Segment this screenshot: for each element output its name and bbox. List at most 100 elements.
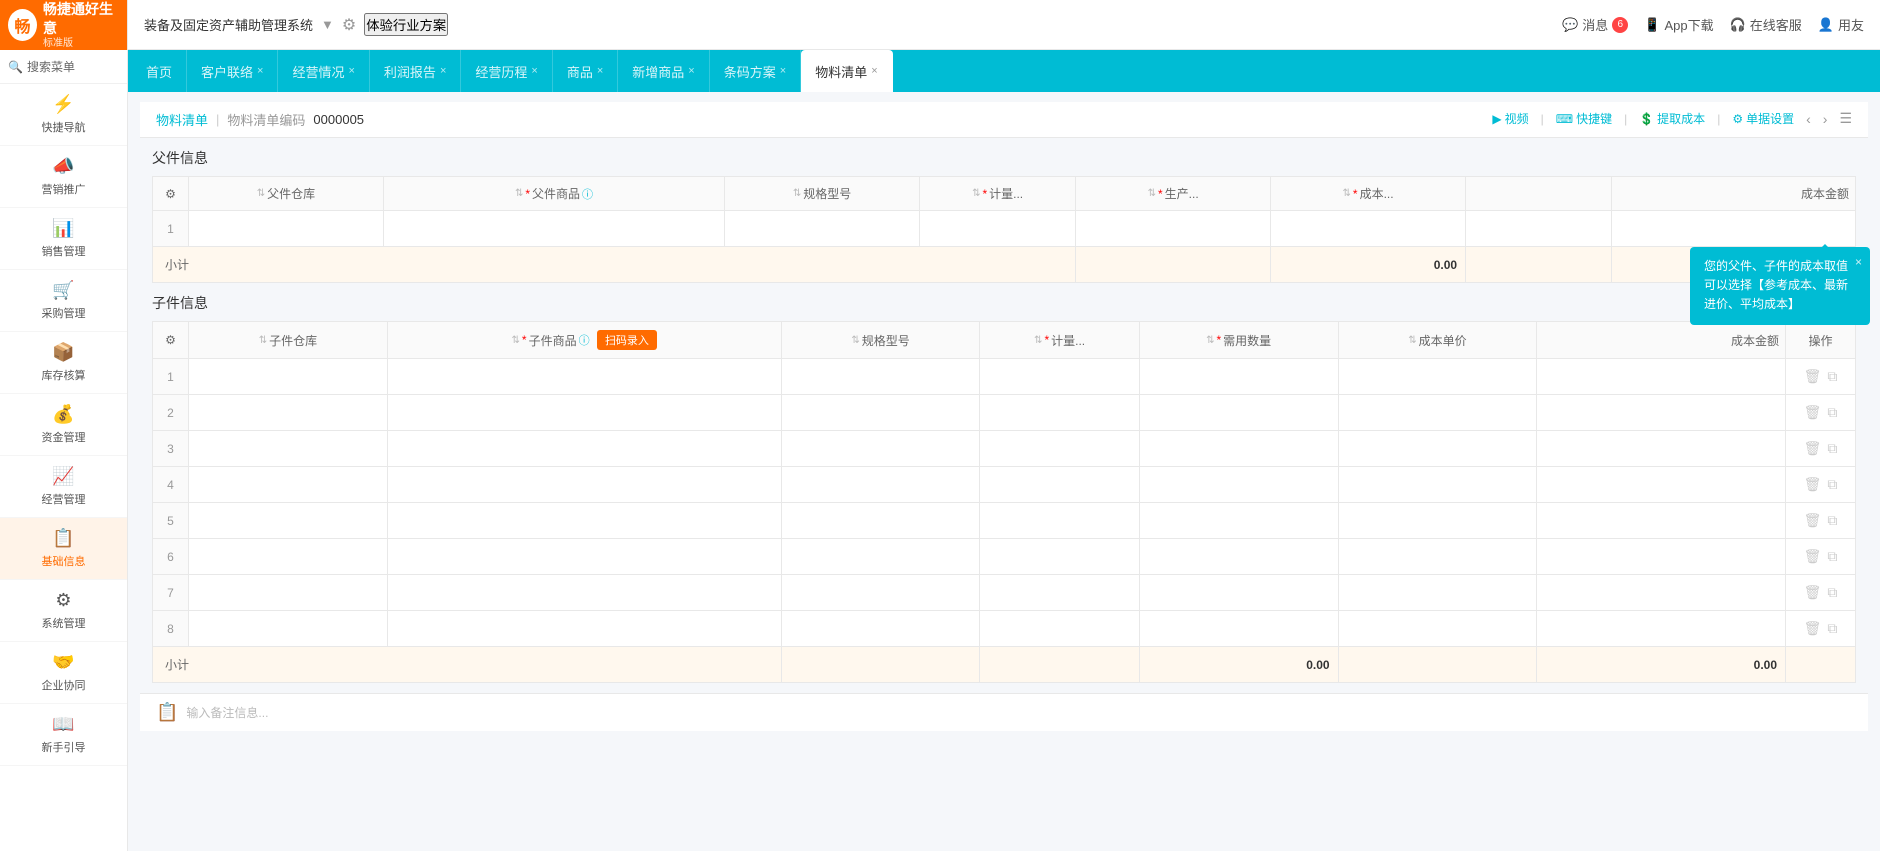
delete-icon[interactable]: 🗑 xyxy=(1804,440,1822,457)
tab-5[interactable]: 商品 × xyxy=(553,50,618,92)
tab-0[interactable]: 首页 xyxy=(132,50,187,92)
child-product-cell[interactable] xyxy=(387,503,781,539)
extract-cost-button[interactable]: 💲 提取成本 xyxy=(1639,110,1705,127)
child-spec-cell[interactable] xyxy=(781,611,980,647)
child-spec-cell[interactable] xyxy=(781,359,980,395)
parent-product-cell[interactable] xyxy=(383,211,724,247)
user-menu-button[interactable]: 👤 用友 xyxy=(1818,15,1864,34)
tooltip-close-button[interactable]: × xyxy=(1855,253,1862,272)
child-qty-cell[interactable] xyxy=(1139,359,1338,395)
tab-close-icon[interactable]: × xyxy=(531,65,537,77)
delete-icon[interactable]: 🗑 xyxy=(1804,404,1822,421)
child-price-cell[interactable] xyxy=(1338,359,1537,395)
child-warehouse-cell[interactable] xyxy=(189,575,388,611)
child-product-cell[interactable] xyxy=(387,539,781,575)
message-button[interactable]: 💬 消息 6 xyxy=(1562,15,1628,34)
tab-3[interactable]: 利润报告 × xyxy=(370,50,461,92)
nav-next-button[interactable]: › xyxy=(1823,111,1828,127)
child-price-cell[interactable] xyxy=(1338,431,1537,467)
child-qty-cell[interactable] xyxy=(1139,611,1338,647)
child-spec-cell[interactable] xyxy=(781,575,980,611)
scan-button[interactable]: 扫码录入 xyxy=(597,330,657,350)
child-warehouse-cell[interactable] xyxy=(189,611,388,647)
sidebar-item-10[interactable]: 🤝企业协同 xyxy=(0,642,127,704)
parent-cost-cell[interactable] xyxy=(1271,211,1466,247)
delete-icon[interactable]: 🗑 xyxy=(1804,620,1822,637)
child-price-cell[interactable] xyxy=(1338,539,1537,575)
child-warehouse-cell[interactable] xyxy=(189,503,388,539)
dropdown-arrow-icon[interactable]: ▼ xyxy=(321,17,334,32)
tab-2[interactable]: 经营情况 × xyxy=(278,50,369,92)
tab-close-icon[interactable]: × xyxy=(871,65,877,77)
online-service-button[interactable]: 🎧 在线客服 xyxy=(1730,15,1802,34)
copy-icon[interactable]: ⧉ xyxy=(1827,368,1837,385)
single-setting-button[interactable]: ⚙ 单据设置 xyxy=(1732,110,1794,127)
child-warehouse-cell[interactable] xyxy=(189,431,388,467)
parent-produce-cell[interactable] xyxy=(1076,211,1271,247)
child-price-cell[interactable] xyxy=(1338,467,1537,503)
tab-close-icon[interactable]: × xyxy=(440,65,446,77)
child-price-cell[interactable] xyxy=(1338,503,1537,539)
child-unit-cell[interactable] xyxy=(980,467,1139,503)
delete-icon[interactable]: 🗑 xyxy=(1804,476,1822,493)
delete-icon[interactable]: 🗑 xyxy=(1804,584,1822,601)
child-product-cell[interactable] xyxy=(387,575,781,611)
child-spec-cell[interactable] xyxy=(781,395,980,431)
child-product-cell[interactable] xyxy=(387,395,781,431)
child-spec-cell[interactable] xyxy=(781,539,980,575)
child-unit-cell[interactable] xyxy=(980,539,1139,575)
child-warehouse-cell[interactable] xyxy=(189,467,388,503)
copy-icon[interactable]: ⧉ xyxy=(1827,620,1837,637)
sidebar-item-11[interactable]: 📖新手引导 xyxy=(0,704,127,766)
copy-icon[interactable]: ⧉ xyxy=(1827,584,1837,601)
sidebar-item-4[interactable]: 🛒采购管理 xyxy=(0,270,127,332)
child-price-cell[interactable] xyxy=(1338,611,1537,647)
copy-icon[interactable]: ⧉ xyxy=(1827,404,1837,421)
child-price-cell[interactable] xyxy=(1338,575,1537,611)
delete-icon[interactable]: 🗑 xyxy=(1804,548,1822,565)
child-qty-cell[interactable] xyxy=(1139,395,1338,431)
search-menu-item[interactable]: 🔍 搜索菜单 xyxy=(0,50,127,84)
child-spec-cell[interactable] xyxy=(781,431,980,467)
child-qty-cell[interactable] xyxy=(1139,539,1338,575)
copy-icon[interactable]: ⧉ xyxy=(1827,440,1837,457)
tab-close-icon[interactable]: × xyxy=(780,65,786,77)
tab-8[interactable]: 物料清单 × xyxy=(801,50,892,92)
child-price-cell[interactable] xyxy=(1338,395,1537,431)
child-qty-cell[interactable] xyxy=(1139,467,1338,503)
copy-icon[interactable]: ⧉ xyxy=(1827,548,1837,565)
delete-icon[interactable]: 🗑 xyxy=(1804,512,1822,529)
child-unit-cell[interactable] xyxy=(980,431,1139,467)
sidebar-item-8[interactable]: 📋基础信息 xyxy=(0,518,127,580)
tab-close-icon[interactable]: × xyxy=(597,65,603,77)
child-unit-cell[interactable] xyxy=(980,395,1139,431)
child-spec-cell[interactable] xyxy=(781,467,980,503)
child-product-cell[interactable] xyxy=(387,431,781,467)
child-product-cell[interactable] xyxy=(387,467,781,503)
child-unit-cell[interactable] xyxy=(980,503,1139,539)
sidebar-item-1[interactable]: ⚡快捷导航 xyxy=(0,84,127,146)
child-warehouse-cell[interactable] xyxy=(189,539,388,575)
breadcrumb-link[interactable]: 物料清单 xyxy=(156,110,208,129)
tab-4[interactable]: 经营历程 × xyxy=(461,50,552,92)
sidebar-item-2[interactable]: 📣营销推广 xyxy=(0,146,127,208)
child-qty-cell[interactable] xyxy=(1139,503,1338,539)
child-qty-cell[interactable] xyxy=(1139,431,1338,467)
sidebar-item-6[interactable]: 💰资金管理 xyxy=(0,394,127,456)
child-warehouse-cell[interactable] xyxy=(189,395,388,431)
copy-icon[interactable]: ⧉ xyxy=(1827,512,1837,529)
child-unit-cell[interactable] xyxy=(980,575,1139,611)
settings-icon[interactable]: ⚙ xyxy=(342,15,356,35)
child-qty-cell[interactable] xyxy=(1139,575,1338,611)
sidebar-item-5[interactable]: 📦库存核算 xyxy=(0,332,127,394)
shortcut-button[interactable]: ⌨ 快捷键 xyxy=(1556,110,1612,127)
child-warehouse-cell[interactable] xyxy=(189,359,388,395)
child-product-cell[interactable] xyxy=(387,611,781,647)
child-unit-cell[interactable] xyxy=(980,359,1139,395)
child-spec-cell[interactable] xyxy=(781,503,980,539)
trial-button[interactable]: 体验行业方案 xyxy=(364,13,448,36)
view-button[interactable]: ▶ 视频 xyxy=(1492,110,1528,127)
child-col-settings[interactable]: ⚙ xyxy=(153,322,189,359)
tab-close-icon[interactable]: × xyxy=(688,65,694,77)
copy-icon[interactable]: ⧉ xyxy=(1827,476,1837,493)
